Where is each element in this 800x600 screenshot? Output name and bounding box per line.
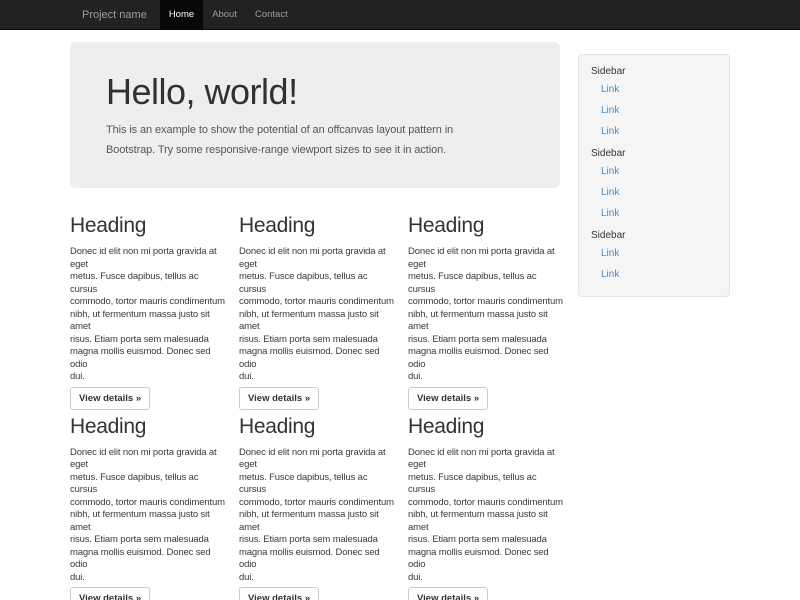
content-card: Heading Donec id elit non mi porta gravid… <box>239 415 394 600</box>
card-body: Donec id elit non mi porta gravida at eg… <box>239 246 394 384</box>
sidebar-link[interactable]: Link <box>591 204 717 225</box>
card-body: Donec id elit non mi porta gravida at eg… <box>70 447 225 585</box>
card-heading: Heading <box>408 214 563 237</box>
content-card: Heading Donec id elit non mi porta gravid… <box>70 214 225 410</box>
navbar-link-home[interactable]: Home <box>160 0 203 30</box>
sidebar-link[interactable]: Link <box>591 162 717 183</box>
card-body: Donec id elit non mi porta gravida at eg… <box>70 246 225 384</box>
sidebar-link-item: Link <box>591 265 717 286</box>
content-card: Heading Donec id elit non mi porta gravid… <box>408 415 563 600</box>
view-details-button[interactable]: View details » <box>408 587 488 600</box>
sidebar-link-list: LinkLinkLink <box>591 162 717 225</box>
navbar-link-about[interactable]: About <box>203 0 246 30</box>
card-heading: Heading <box>70 214 225 237</box>
navbar-item-home: Home <box>160 0 203 30</box>
navbar-inner: Project name HomeAboutContact <box>70 0 800 30</box>
view-details-button[interactable]: View details » <box>408 387 488 410</box>
sidebar-link-item: Link <box>591 101 717 122</box>
sidebar-link[interactable]: Link <box>591 244 717 265</box>
sidebar-group-title: Sidebar <box>591 229 717 243</box>
card-heading: Heading <box>408 415 563 438</box>
sidebar-link-item: Link <box>591 183 717 204</box>
sidebar-link-item: Link <box>591 244 717 265</box>
navbar-link-contact[interactable]: Contact <box>246 0 297 30</box>
sidebar-link[interactable]: Link <box>591 183 717 204</box>
sidebar-link-item: Link <box>591 80 717 101</box>
page-container: Hello, world! This is an example to show… <box>70 42 731 600</box>
view-details-button[interactable]: View details » <box>70 587 150 600</box>
view-details-button[interactable]: View details » <box>239 587 319 600</box>
sidebar-panel: SidebarLinkLinkLinkSidebarLinkLinkLinkSi… <box>578 54 730 297</box>
sidebar-group-title: Sidebar <box>591 147 717 161</box>
jumbotron-text: This is an example to show the potential… <box>106 120 524 160</box>
content-card: Heading Donec id elit non mi porta gravid… <box>408 214 563 410</box>
navbar: Project name HomeAboutContact <box>0 0 800 30</box>
navbar-brand[interactable]: Project name <box>70 0 160 30</box>
navbar-item-about: About <box>203 0 246 30</box>
card-heading: Heading <box>239 214 394 237</box>
content-grid: Heading Donec id elit non mi porta gravid… <box>70 214 563 600</box>
sidebar-group-title: Sidebar <box>591 65 717 79</box>
content-card: Heading Donec id elit non mi porta gravid… <box>239 214 394 410</box>
card-body: Donec id elit non mi porta gravida at eg… <box>408 447 563 585</box>
content-card: Heading Donec id elit non mi porta gravid… <box>70 415 225 600</box>
navbar-item-contact: Contact <box>246 0 297 30</box>
navbar-menu: HomeAboutContact <box>160 0 297 30</box>
card-body: Donec id elit non mi porta gravida at eg… <box>239 447 394 585</box>
sidebar-link-item: Link <box>591 162 717 183</box>
sidebar-link[interactable]: Link <box>591 80 717 101</box>
sidebar-link[interactable]: Link <box>591 265 717 286</box>
jumbotron: Hello, world! This is an example to show… <box>70 42 560 188</box>
card-heading: Heading <box>239 415 394 438</box>
view-details-button[interactable]: View details » <box>70 387 150 410</box>
card-body: Donec id elit non mi porta gravida at eg… <box>408 246 563 384</box>
sidebar-link-item: Link <box>591 122 717 143</box>
sidebar-link[interactable]: Link <box>591 101 717 122</box>
sidebar-link-item: Link <box>591 204 717 225</box>
sidebar-link[interactable]: Link <box>591 122 717 143</box>
sidebar-link-list: LinkLinkLink <box>591 80 717 143</box>
jumbotron-title: Hello, world! <box>106 72 524 112</box>
view-details-button[interactable]: View details » <box>239 387 319 410</box>
card-heading: Heading <box>70 415 225 438</box>
sidebar-link-list: LinkLink <box>591 244 717 286</box>
